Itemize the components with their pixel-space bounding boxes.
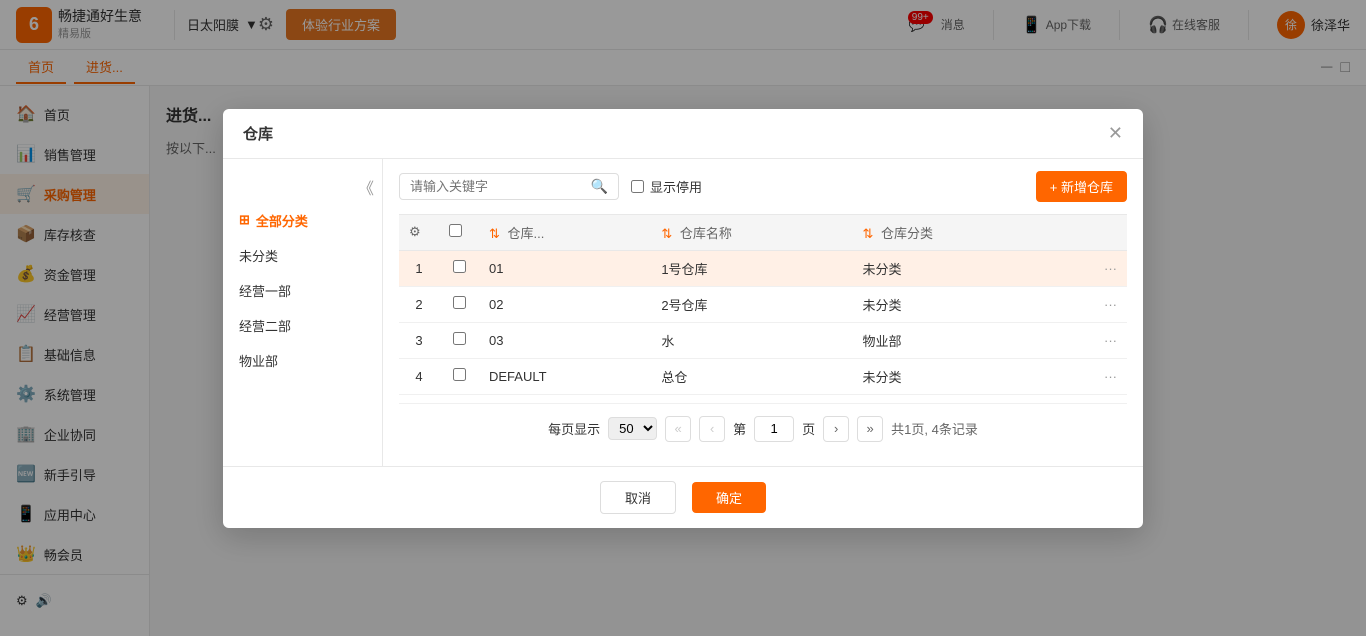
cat-label-dept2: 经营二部 bbox=[239, 319, 291, 334]
th-gear: ⚙ bbox=[399, 214, 439, 250]
show-disabled-checkbox[interactable] bbox=[631, 180, 644, 193]
dialog-body: 《 ⊞ 全部分类 未分类 经营一部 经营二部 bbox=[223, 159, 1143, 466]
row-index: 2 bbox=[399, 286, 439, 322]
row-checkbox[interactable] bbox=[439, 286, 479, 322]
th-name: ⇅ 仓库名称 bbox=[651, 214, 852, 250]
row-index: 1 bbox=[399, 250, 439, 286]
confirm-btn[interactable]: 确定 bbox=[692, 482, 766, 513]
sidebar-collapse-area: 《 bbox=[223, 171, 382, 203]
sidebar-collapse-btn[interactable]: 《 bbox=[358, 175, 374, 199]
row-checkbox[interactable] bbox=[439, 250, 479, 286]
dialog-header: 仓库 ✕ bbox=[223, 109, 1143, 159]
row-checkbox[interactable] bbox=[439, 322, 479, 358]
search-box: 🔍 bbox=[399, 173, 619, 200]
row-name: 2号仓库 bbox=[651, 286, 852, 322]
row-code: 01 bbox=[479, 250, 651, 286]
th-code: ⇅ 仓库... bbox=[479, 214, 651, 250]
next-page-btn[interactable]: › bbox=[823, 416, 849, 442]
add-warehouse-btn[interactable]: + 新增仓库 bbox=[1036, 171, 1127, 202]
row-code: 02 bbox=[479, 286, 651, 322]
cat-label-all: 全部分类 bbox=[256, 211, 308, 230]
pagination: 每页显示 50 « ‹ 第 页 › » 共1页, 4条记录 bbox=[399, 403, 1127, 454]
page-suffix: 页 bbox=[802, 419, 815, 438]
show-disabled-area: 显示停用 bbox=[631, 177, 702, 196]
cat-label-property: 物业部 bbox=[239, 354, 278, 369]
first-page-btn[interactable]: « bbox=[665, 416, 691, 442]
dialog-close-btn[interactable]: ✕ bbox=[1108, 123, 1123, 144]
row-code: 03 bbox=[479, 322, 651, 358]
cat-item-unclassified[interactable]: 未分类 bbox=[223, 238, 382, 273]
row-code: DEFAULT bbox=[479, 358, 651, 394]
table-container: ⚙ ⇅ 仓库... ⇅ bbox=[399, 214, 1127, 395]
table-row[interactable]: 3 03 水 物业部 ··· bbox=[399, 322, 1127, 358]
sort-icon-category: ⇅ bbox=[862, 226, 873, 241]
row-checkbox[interactable] bbox=[439, 358, 479, 394]
row-category: 未分类 bbox=[852, 250, 1053, 286]
page-number-input[interactable] bbox=[754, 416, 794, 442]
cancel-btn[interactable]: 取消 bbox=[600, 481, 676, 514]
grid-icon: ⊞ bbox=[239, 212, 250, 228]
select-all-checkbox[interactable] bbox=[449, 224, 462, 237]
warehouse-dialog: 仓库 ✕ 《 ⊞ 全部分类 未分类 bbox=[223, 109, 1143, 528]
cat-label-unclassified: 未分类 bbox=[239, 249, 278, 264]
table-body: 1 01 1号仓库 未分类 ··· 2 bbox=[399, 250, 1127, 394]
row-more-btn[interactable]: ··· bbox=[1104, 333, 1117, 348]
row-name: 1号仓库 bbox=[651, 250, 852, 286]
row-category: 物业部 bbox=[852, 322, 1053, 358]
page-label: 第 bbox=[733, 419, 746, 438]
modal-overlay[interactable]: 仓库 ✕ 《 ⊞ 全部分类 未分类 bbox=[0, 0, 1366, 636]
th-check bbox=[439, 214, 479, 250]
cat-item-dept1[interactable]: 经营一部 bbox=[223, 273, 382, 308]
row-index: 4 bbox=[399, 358, 439, 394]
sort-icon-name: ⇅ bbox=[661, 226, 672, 241]
sort-icon-code: ⇅ bbox=[489, 226, 500, 241]
prev-page-btn[interactable]: ‹ bbox=[699, 416, 725, 442]
row-category: 未分类 bbox=[852, 358, 1053, 394]
row-actions: ··· bbox=[1054, 322, 1127, 358]
show-disabled-label: 显示停用 bbox=[650, 177, 702, 196]
search-input[interactable] bbox=[410, 179, 591, 194]
row-actions: ··· bbox=[1054, 286, 1127, 322]
th-code-label: 仓库... bbox=[508, 226, 545, 241]
th-name-label: 仓库名称 bbox=[680, 226, 732, 241]
dialog-footer: 取消 确定 bbox=[223, 466, 1143, 528]
dialog-toolbar: 🔍 显示停用 + 新增仓库 bbox=[399, 171, 1127, 202]
cat-item-all[interactable]: ⊞ 全部分类 bbox=[223, 203, 382, 238]
row-actions: ··· bbox=[1054, 250, 1127, 286]
per-page-select[interactable]: 50 bbox=[608, 417, 657, 440]
total-info: 共1页, 4条记录 bbox=[891, 419, 978, 438]
row-more-btn[interactable]: ··· bbox=[1104, 297, 1117, 312]
table-row[interactable]: 1 01 1号仓库 未分类 ··· bbox=[399, 250, 1127, 286]
table-header-row: ⚙ ⇅ 仓库... ⇅ bbox=[399, 214, 1127, 250]
cat-item-property[interactable]: 物业部 bbox=[223, 343, 382, 378]
dialog-main: 🔍 显示停用 + 新增仓库 ⚙ bbox=[383, 159, 1143, 466]
row-more-btn[interactable]: ··· bbox=[1104, 369, 1117, 384]
per-page-label: 每页显示 bbox=[548, 419, 600, 438]
table-row[interactable]: 4 DEFAULT 总仓 未分类 ··· bbox=[399, 358, 1127, 394]
table-row[interactable]: 2 02 2号仓库 未分类 ··· bbox=[399, 286, 1127, 322]
row-index: 3 bbox=[399, 322, 439, 358]
search-icon: 🔍 bbox=[591, 178, 608, 195]
th-category: ⇅ 仓库分类 bbox=[852, 214, 1053, 250]
cat-item-dept2[interactable]: 经营二部 bbox=[223, 308, 382, 343]
row-actions: ··· bbox=[1054, 358, 1127, 394]
cat-label-dept1: 经营一部 bbox=[239, 284, 291, 299]
row-name: 总仓 bbox=[651, 358, 852, 394]
row-category: 未分类 bbox=[852, 286, 1053, 322]
th-actions bbox=[1054, 214, 1127, 250]
dialog-sidebar: 《 ⊞ 全部分类 未分类 经营一部 经营二部 bbox=[223, 159, 383, 466]
main-layout: 🏠 首页 📊 销售管理 🛒 采购管理 📦 库存核查 💰 资金管理 📈 经营管理 … bbox=[0, 86, 1366, 636]
warehouse-table: ⚙ ⇅ 仓库... ⇅ bbox=[399, 214, 1127, 395]
th-category-label: 仓库分类 bbox=[881, 226, 933, 241]
last-page-btn[interactable]: » bbox=[857, 416, 883, 442]
row-more-btn[interactable]: ··· bbox=[1104, 261, 1117, 276]
table-head: ⚙ ⇅ 仓库... ⇅ bbox=[399, 214, 1127, 250]
row-name: 水 bbox=[651, 322, 852, 358]
dialog-title: 仓库 bbox=[243, 123, 273, 144]
